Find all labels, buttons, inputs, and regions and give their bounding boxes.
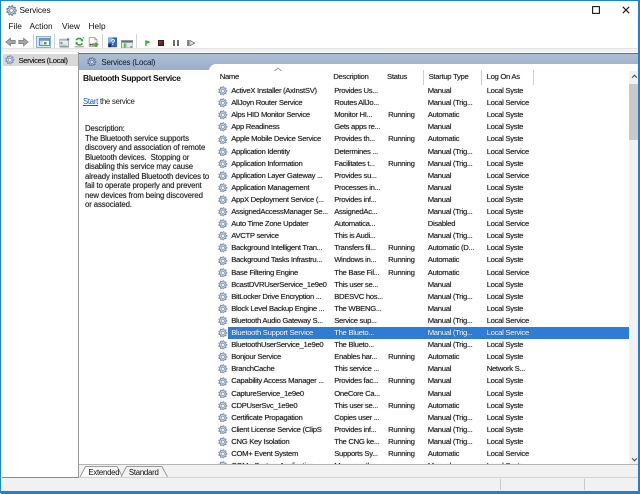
svg-text:?: ? (110, 38, 115, 47)
